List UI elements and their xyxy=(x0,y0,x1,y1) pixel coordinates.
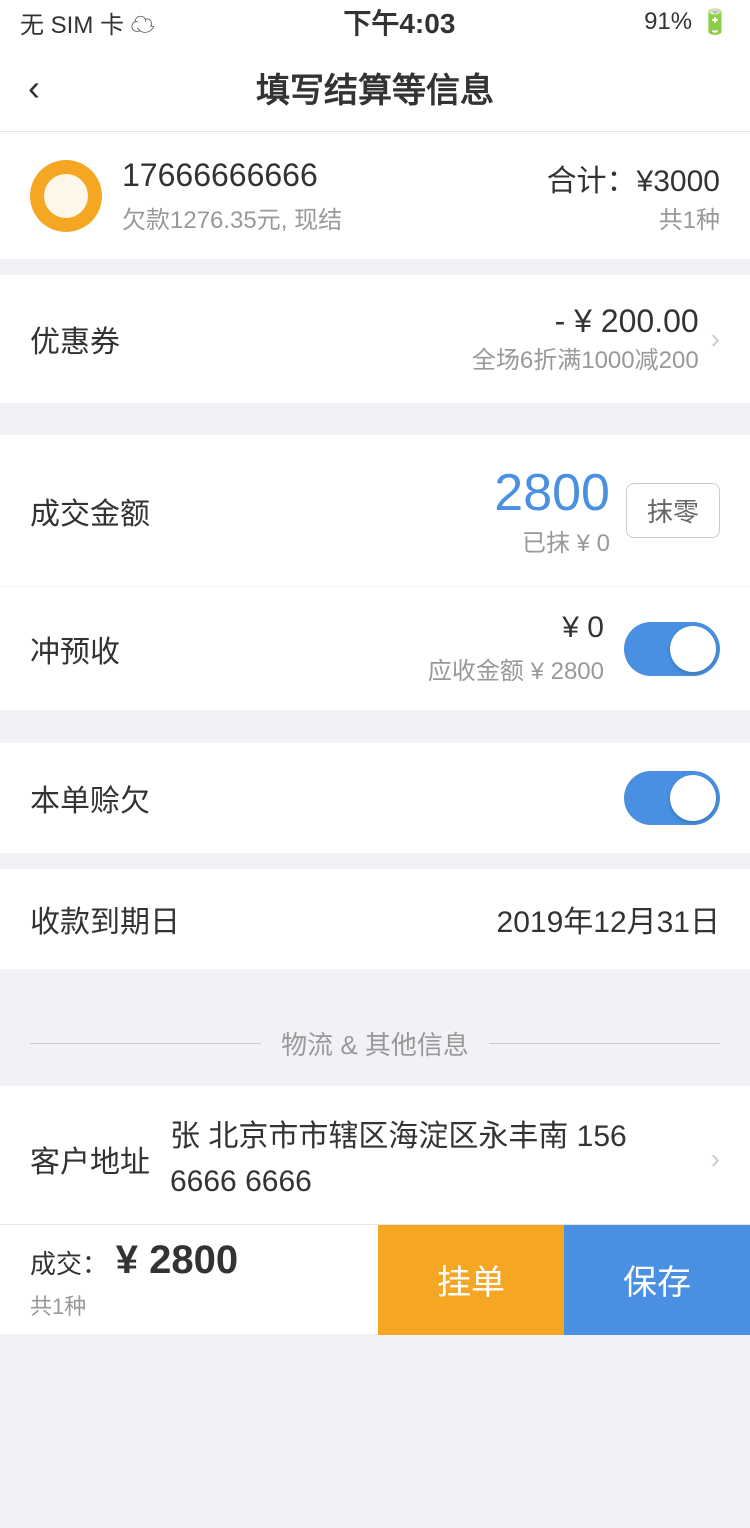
page-title: 填写结算等信息 xyxy=(256,63,494,112)
status-bar-right: 91% 🔋 xyxy=(644,8,730,37)
user-phone: 17666666666 xyxy=(122,157,342,194)
due-date-section: 收款到期日 2019年12月31日 xyxy=(0,869,750,969)
logistics-header: 物流 & 其他信息 xyxy=(0,1001,750,1086)
coupon-discount: - ¥ 200.00 xyxy=(472,303,699,340)
credit-row: 本单赊欠 xyxy=(0,743,750,853)
divider-1 xyxy=(0,419,750,435)
bottom-count: 共1种 xyxy=(30,1289,348,1321)
logistics-title: 物流 & 其他信息 xyxy=(281,1025,469,1062)
bottom-bar: 成交： ¥ 2800 共1种 挂单 保存 xyxy=(0,1224,750,1334)
due-date-label: 收款到期日 xyxy=(30,897,180,941)
pending-button[interactable]: 挂单 xyxy=(378,1225,564,1335)
prepay-amount: ¥ 0 xyxy=(562,611,604,645)
address-value: 张 北京市市辖区海淀区永丰南 156 6666 6666 xyxy=(170,1114,691,1204)
user-info-row: 17666666666 欠款1276.35元, 现结 合计：¥3000 共1种 xyxy=(0,132,750,259)
deal-amount-sub: 已抹 ¥ 0 xyxy=(522,523,610,558)
avatar xyxy=(30,160,102,232)
prepay-toggle[interactable] xyxy=(624,622,720,676)
coupon-detail: 全场6折满1000减200 xyxy=(472,340,699,375)
bottom-deal-label: 成交： xyxy=(30,1249,108,1279)
save-button[interactable]: 保存 xyxy=(564,1225,750,1335)
coupon-row[interactable]: 优惠券 - ¥ 200.00 全场6折满1000减200 › xyxy=(0,275,750,403)
avatar-icon xyxy=(44,174,88,218)
deal-amount-row: 成交金额 2800 已抹 ¥ 0 抹零 xyxy=(0,435,750,587)
address-row[interactable]: 客户地址 张 北京市市辖区海淀区永丰南 156 6666 6666 › xyxy=(0,1086,750,1232)
prepay-label: 冲预收 xyxy=(30,627,120,671)
coupon-label: 优惠券 xyxy=(30,317,120,361)
status-bar-time: 下午4:03 xyxy=(343,2,455,42)
prepay-row: 冲预收 ¥ 0 应收金额 ¥ 2800 xyxy=(0,587,750,711)
address-label: 客户地址 xyxy=(30,1137,150,1181)
deal-amount-value: 2800 xyxy=(494,463,610,523)
bottom-deal-amount: ¥ 2800 xyxy=(116,1238,238,1282)
bottom-summary: 成交： ¥ 2800 共1种 xyxy=(0,1238,378,1321)
credit-section: 本单赊欠 xyxy=(0,743,750,853)
credit-label: 本单赊欠 xyxy=(30,776,150,820)
user-total: 合计：¥3000 xyxy=(547,156,720,200)
deal-amount-section: 成交金额 2800 已抹 ¥ 0 抹零 冲预收 ¥ 0 应收金额 ¥ 2800 xyxy=(0,435,750,711)
status-bar-left: 无 SIM 卡 ☁ xyxy=(20,5,155,40)
address-chevron-icon: › xyxy=(711,1143,720,1175)
coupon-chevron-icon: › xyxy=(711,323,720,355)
deal-amount-label: 成交金额 xyxy=(30,489,150,533)
user-count: 共1种 xyxy=(547,200,720,235)
due-date-row: 收款到期日 2019年12月31日 xyxy=(0,869,750,969)
prepay-sub: 应收金额 ¥ 2800 xyxy=(428,651,604,686)
battery-status: 91% xyxy=(644,8,692,36)
divider-2 xyxy=(0,727,750,743)
divider-3 xyxy=(0,985,750,1001)
status-bar: 无 SIM 卡 ☁ 下午4:03 91% 🔋 xyxy=(0,0,750,44)
user-sub: 欠款1276.35元, 现结 xyxy=(122,200,342,235)
due-date-value: 2019年12月31日 xyxy=(497,897,720,941)
round-zero-button[interactable]: 抹零 xyxy=(626,483,720,538)
back-button[interactable]: ‹ xyxy=(28,67,40,109)
credit-toggle[interactable] xyxy=(624,771,720,825)
sim-status: 无 SIM 卡 ☁ xyxy=(20,5,155,40)
nav-bar: ‹ 填写结算等信息 xyxy=(0,44,750,132)
battery-icon: 🔋 xyxy=(700,8,730,37)
